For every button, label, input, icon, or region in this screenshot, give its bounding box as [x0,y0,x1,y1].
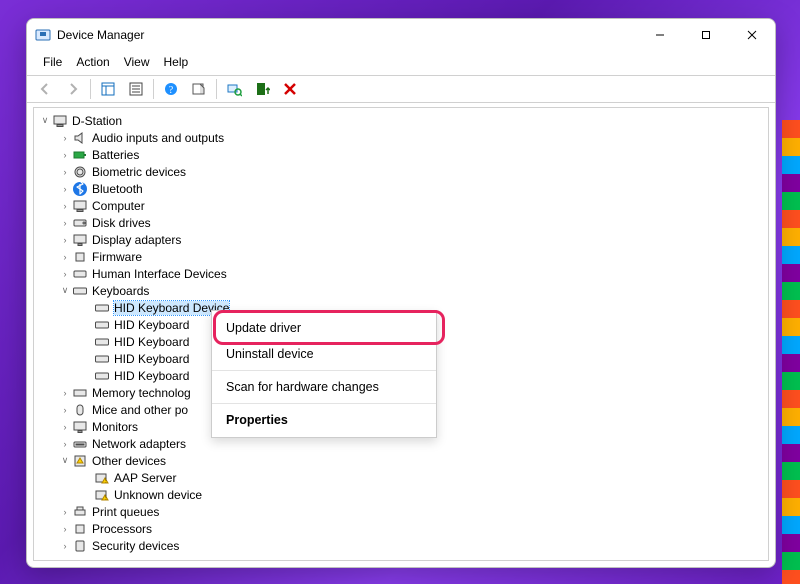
expand-icon[interactable] [58,269,72,279]
cpu-icon [72,521,88,537]
display-icon [72,232,88,248]
expand-icon[interactable] [58,252,72,262]
expand-icon[interactable] [58,388,72,398]
expand-icon[interactable] [58,524,72,534]
category-batteries[interactable]: Batteries [36,146,768,163]
drive-icon [72,215,88,231]
bluetooth-icon [72,181,88,197]
category-audio[interactable]: Audio inputs and outputs [36,129,768,146]
category-other[interactable]: Other devices [36,452,768,469]
expand-icon[interactable] [58,218,72,228]
category-display[interactable]: Display adapters [36,231,768,248]
context-menu: Update driver Uninstall device Scan for … [211,310,437,438]
maximize-button[interactable] [683,19,729,51]
app-icon [35,27,51,43]
tree-root[interactable]: D-Station [36,112,768,129]
device-unknown[interactable]: !Unknown device [36,486,768,503]
menu-help[interactable]: Help [158,53,195,71]
expand-icon[interactable] [38,115,52,126]
keyboard-icon [94,317,110,333]
expand-icon[interactable] [58,133,72,143]
battery-icon [72,147,88,163]
category-firmware[interactable]: Firmware [36,248,768,265]
expand-icon[interactable] [58,422,72,432]
svg-text:!: ! [105,495,106,501]
keyboard-icon [94,351,110,367]
expand-icon[interactable] [58,439,72,449]
monitor-icon [72,419,88,435]
back-button[interactable] [32,77,58,101]
keyboard-icon [94,334,110,350]
ctx-separator [212,403,436,404]
printer-icon [72,504,88,520]
scan-hardware-button[interactable] [221,77,247,101]
forward-button[interactable] [60,77,86,101]
expand-icon[interactable] [58,201,72,211]
other-icon [72,453,88,469]
device-manager-window: Device Manager File Action View Help ? [26,18,776,568]
warning-device-icon: ! [94,487,110,503]
mouse-icon [72,402,88,418]
svg-text:?: ? [169,85,174,96]
category-diskdrives[interactable]: Disk drives [36,214,768,231]
expand-icon[interactable] [58,184,72,194]
speaker-icon [72,130,88,146]
ctx-scan-hardware[interactable]: Scan for hardware changes [212,374,436,400]
close-button[interactable] [729,19,775,51]
computer-icon [52,113,68,129]
svg-text:!: ! [105,478,106,484]
category-bluetooth[interactable]: Bluetooth [36,180,768,197]
expand-icon[interactable] [58,405,72,415]
ctx-uninstall-device[interactable]: Uninstall device [212,341,436,367]
menu-view[interactable]: View [118,53,156,71]
uninstall-device-button[interactable] [277,77,303,101]
chip-icon [72,249,88,265]
memory-icon [72,385,88,401]
ctx-update-driver[interactable]: Update driver [212,315,436,341]
action-menu-button[interactable] [186,77,212,101]
menu-file[interactable]: File [37,53,68,71]
fingerprint-icon [72,164,88,180]
category-computer[interactable]: Computer [36,197,768,214]
help-button[interactable]: ? [158,77,184,101]
hid-icon [72,266,88,282]
update-driver-button[interactable] [249,77,275,101]
expand-icon[interactable] [58,150,72,160]
expand-icon[interactable] [58,235,72,245]
network-icon [72,436,88,452]
device-aap-server[interactable]: !AAP Server [36,469,768,486]
keyboard-icon [94,368,110,384]
computer-icon [72,198,88,214]
expand-icon[interactable] [58,541,72,551]
category-hid[interactable]: Human Interface Devices [36,265,768,282]
expand-icon[interactable] [58,285,72,296]
category-keyboards[interactable]: Keyboards [36,282,768,299]
properties-button[interactable] [123,77,149,101]
category-biometric[interactable]: Biometric devices [36,163,768,180]
category-security[interactable]: Security devices [36,537,768,554]
ctx-properties[interactable]: Properties [212,407,436,433]
show-hide-console-tree-button[interactable] [95,77,121,101]
ctx-separator [212,370,436,371]
keyboard-icon [94,300,110,316]
category-printqueues[interactable]: Print queues [36,503,768,520]
expand-icon[interactable] [58,507,72,517]
menubar: File Action View Help [27,51,775,75]
category-processors[interactable]: Processors [36,520,768,537]
warning-device-icon: ! [94,470,110,486]
expand-icon[interactable] [58,455,72,466]
keyboard-icon [72,283,88,299]
security-icon [72,538,88,554]
expand-icon[interactable] [58,167,72,177]
minimize-button[interactable] [637,19,683,51]
titlebar: Device Manager [27,19,775,51]
menu-action[interactable]: Action [70,53,115,71]
window-title: Device Manager [57,28,144,42]
toolbar: ? [27,75,775,103]
